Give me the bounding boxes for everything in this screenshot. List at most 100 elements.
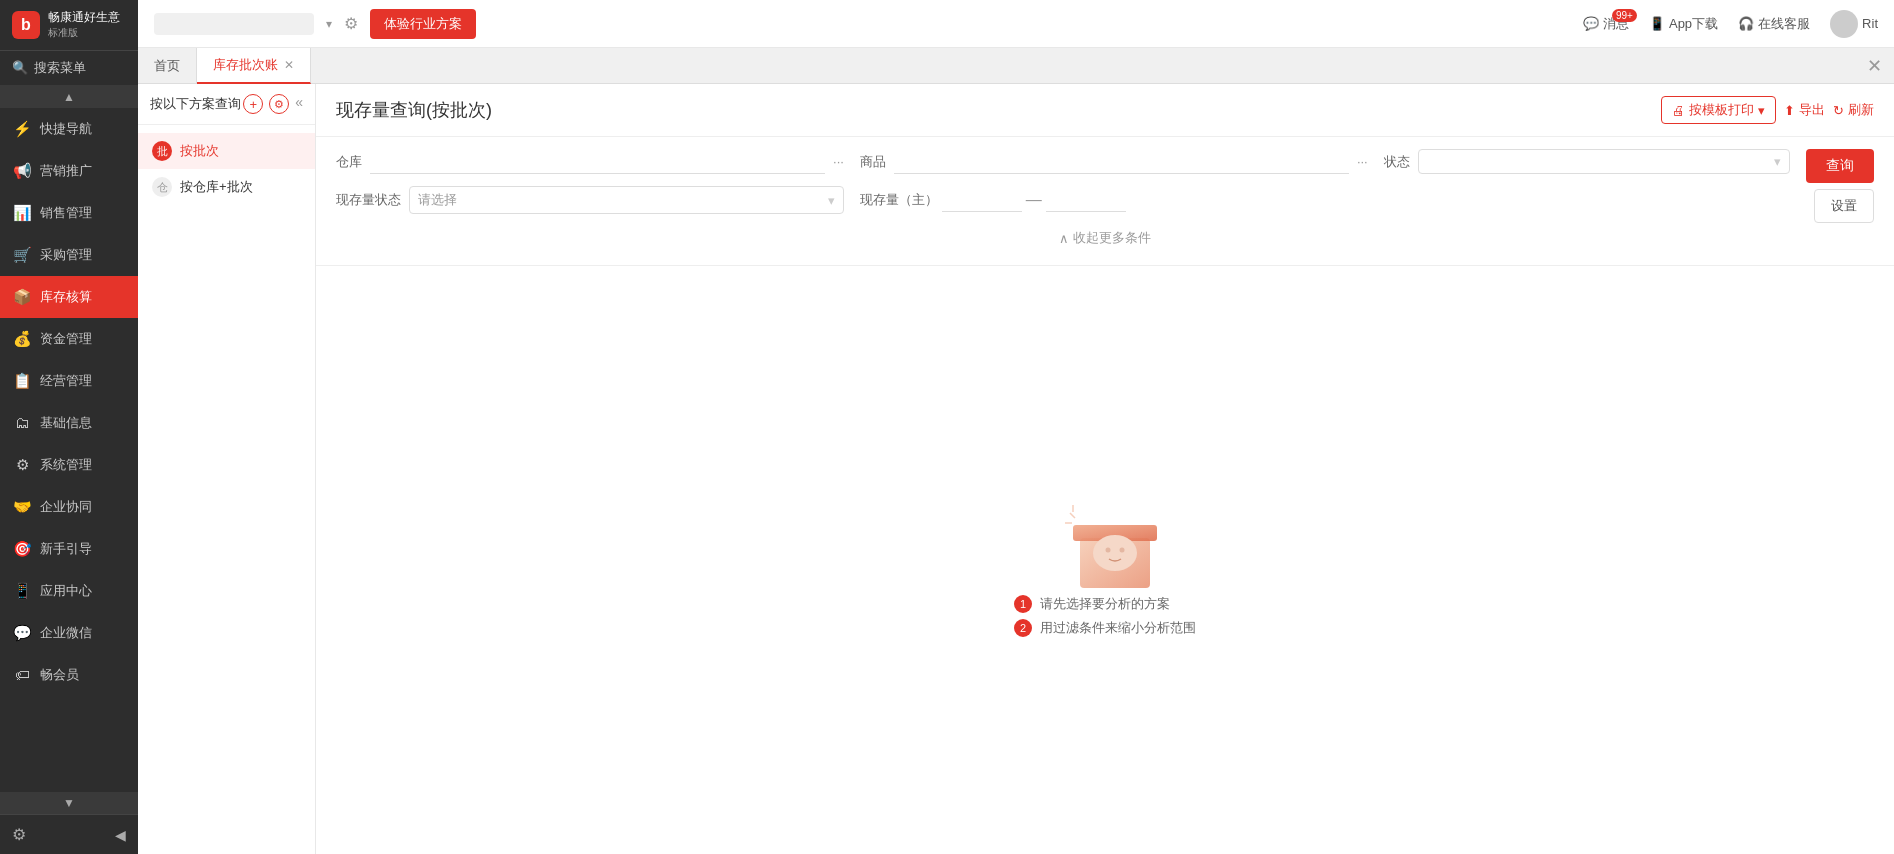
sidebar-item-enterprise[interactable]: 🤝 企业协同 <box>0 486 138 528</box>
industry-solution-button[interactable]: 体验行业方案 <box>370 9 476 39</box>
app-name: 畅康通好生意 <box>48 10 120 26</box>
empty-state: 1 请先选择要分析的方案 2 用过滤条件来缩小分析范围 <box>316 266 1894 854</box>
app-info: 畅康通好生意 标准版 <box>48 10 120 40</box>
warehouse-label: 仓库 <box>336 153 362 171</box>
topbar: ▾ ⚙ 体验行业方案 💬 消息 99+ 📱 App下载 🎧 在线客服 Rit <box>138 0 1894 48</box>
sidebar-item-label: 系统管理 <box>40 456 92 474</box>
tab-home-label: 首页 <box>154 57 180 75</box>
refresh-button[interactable]: ↻ 刷新 <box>1833 101 1874 119</box>
collapse-sidebar-icon[interactable]: ◀ <box>115 827 126 843</box>
product-dots-button[interactable]: ··· <box>1357 154 1368 169</box>
scheme-settings-button[interactable]: ⚙ <box>269 94 289 114</box>
close-panel-icon[interactable]: ✕ <box>1867 55 1882 77</box>
warehouse-input[interactable] <box>370 150 825 174</box>
quick-nav-icon: ⚡ <box>12 119 32 139</box>
sidebar-item-basic[interactable]: 🗂 基础信息 <box>0 402 138 444</box>
product-input[interactable] <box>894 150 1349 174</box>
settings-icon[interactable]: ⚙ <box>12 825 26 844</box>
sidebar-item-operation[interactable]: 📋 经营管理 <box>0 360 138 402</box>
svg-line-5 <box>1070 513 1075 518</box>
user-avatar-area[interactable]: Rit <box>1830 10 1878 38</box>
sidebar-item-quick-nav[interactable]: ⚡ 快捷导航 <box>0 108 138 150</box>
page-header: 现存量查询(按批次) 🖨 按模板打印 ▾ ⬆ 导出 ↻ <box>316 84 1894 137</box>
svg-point-3 <box>1106 548 1111 553</box>
online-service-icon: 🎧 <box>1738 16 1754 31</box>
operation-icon: 📋 <box>12 371 32 391</box>
filter-row-1: 仓库 ··· 商品 ··· <box>336 149 1790 174</box>
finance-icon: 💰 <box>12 329 32 349</box>
filter-main: 仓库 ··· 商品 ··· <box>336 149 1790 214</box>
sidebar-item-wechat[interactable]: 💬 企业微信 <box>0 612 138 654</box>
sidebar-item-sales[interactable]: 📊 销售管理 <box>0 192 138 234</box>
sidebar-item-inventory[interactable]: 📦 库存核算 <box>0 276 138 318</box>
warehouse-dots-button[interactable]: ··· <box>833 154 844 169</box>
sidebar-nav: ⚡ 快捷导航 📢 营销推广 📊 销售管理 🛒 采购管理 📦 库存核算 💰 资金管… <box>0 108 138 792</box>
scheme-item-by-warehouse-batch[interactable]: 仓 按仓库+批次 <box>138 169 315 205</box>
tab-inventory-batch[interactable]: 库存批次账 ✕ <box>197 48 311 84</box>
tab-close-icon[interactable]: ✕ <box>284 58 294 72</box>
online-service-button[interactable]: 🎧 在线客服 <box>1738 15 1810 33</box>
sidebar-item-label: 营销推广 <box>40 162 92 180</box>
page-actions: 🖨 按模板打印 ▾ ⬆ 导出 ↻ 刷新 <box>1661 96 1874 124</box>
query-button[interactable]: 查询 <box>1806 149 1874 183</box>
settings-button[interactable]: 设置 <box>1814 189 1874 223</box>
empty-illustration <box>1055 483 1155 583</box>
print-dropdown-icon: ▾ <box>1758 103 1765 118</box>
empty-svg <box>1055 483 1175 593</box>
app-download-icon: 📱 <box>1649 16 1665 31</box>
export-icon: ⬆ <box>1784 103 1795 118</box>
sidebar-item-member[interactable]: 🏷 畅会员 <box>0 654 138 696</box>
export-button[interactable]: ⬆ 导出 <box>1784 101 1825 119</box>
topbar-gear-icon[interactable]: ⚙ <box>344 14 358 33</box>
tab-panel-close[interactable]: ✕ <box>1867 55 1894 77</box>
sidebar-item-label: 新手引导 <box>40 540 92 558</box>
stock-qty-label: 现存量（主） <box>860 191 938 209</box>
sidebar-item-finance[interactable]: 💰 资金管理 <box>0 318 138 360</box>
print-label: 按模板打印 <box>1689 101 1754 119</box>
collapse-filter-label: 收起更多条件 <box>1073 229 1151 247</box>
right-content-panel: 现存量查询(按批次) 🖨 按模板打印 ▾ ⬆ 导出 ↻ <box>316 84 1894 854</box>
status-label: 状态 <box>1384 153 1410 171</box>
print-button[interactable]: 🖨 按模板打印 ▾ <box>1661 96 1776 124</box>
search-icon: 🔍 <box>12 60 28 75</box>
main-area: ▾ ⚙ 体验行业方案 💬 消息 99+ 📱 App下载 🎧 在线客服 Rit <box>138 0 1894 854</box>
sidebar: b 畅康通好生意 标准版 🔍 搜索菜单 ▲ ⚡ 快捷导航 📢 营销推广 📊 销售… <box>0 0 138 854</box>
empty-tip-2: 2 用过滤条件来缩小分析范围 <box>1014 619 1196 637</box>
tab-inventory-batch-label: 库存批次账 <box>213 56 278 74</box>
collapse-left-panel-button[interactable]: « <box>295 94 303 114</box>
app-download-button[interactable]: 📱 App下载 <box>1649 15 1718 33</box>
sidebar-scroll-up[interactable]: ▲ <box>0 86 138 108</box>
product-label: 商品 <box>860 153 886 171</box>
left-panel-actions: + ⚙ « <box>243 94 303 114</box>
tab-home[interactable]: 首页 <box>138 48 197 84</box>
sidebar-scroll-down[interactable]: ▼ <box>0 792 138 814</box>
topbar-dropdown-icon[interactable]: ▾ <box>326 17 332 31</box>
scheme-item-by-batch[interactable]: 批 按批次 <box>138 133 315 169</box>
status-dropdown-icon: ▾ <box>1774 154 1781 169</box>
app-logo: b <box>12 11 40 39</box>
add-scheme-button[interactable]: + <box>243 94 263 114</box>
stock-status-dropdown-icon: ▾ <box>828 193 835 208</box>
message-button[interactable]: 💬 消息 99+ <box>1583 15 1629 33</box>
sidebar-item-marketing[interactable]: 📢 营销推广 <box>0 150 138 192</box>
basic-icon: 🗂 <box>12 413 32 433</box>
sidebar-item-appcenter[interactable]: 📱 应用中心 <box>0 570 138 612</box>
empty-tips: 1 请先选择要分析的方案 2 用过滤条件来缩小分析范围 <box>1014 595 1196 637</box>
stock-qty-from-input[interactable] <box>942 188 1022 212</box>
scheme-label-by-warehouse-batch: 按仓库+批次 <box>180 178 253 196</box>
stock-status-select[interactable]: 请选择 ▾ <box>409 186 844 214</box>
empty-tip-1: 1 请先选择要分析的方案 <box>1014 595 1196 613</box>
search-menu[interactable]: 🔍 搜索菜单 <box>0 51 138 86</box>
sidebar-item-system[interactable]: ⚙ 系统管理 <box>0 444 138 486</box>
topbar-search-input[interactable] <box>154 13 314 35</box>
sidebar-item-newuser[interactable]: 🎯 新手引导 <box>0 528 138 570</box>
tip-num-1: 1 <box>1014 595 1032 613</box>
sidebar-item-label: 资金管理 <box>40 330 92 348</box>
page-title-row: 现存量查询(按批次) 🖨 按模板打印 ▾ ⬆ 导出 ↻ <box>336 96 1874 124</box>
collapse-filter-button[interactable]: ∧ 收起更多条件 <box>336 223 1874 253</box>
scheme-label-by-batch: 按批次 <box>180 142 219 160</box>
status-select[interactable]: ▾ <box>1418 149 1790 174</box>
topbar-right: 💬 消息 99+ 📱 App下载 🎧 在线客服 Rit <box>1583 10 1878 38</box>
sidebar-item-purchase[interactable]: 🛒 采购管理 <box>0 234 138 276</box>
stock-qty-to-input[interactable] <box>1046 188 1126 212</box>
